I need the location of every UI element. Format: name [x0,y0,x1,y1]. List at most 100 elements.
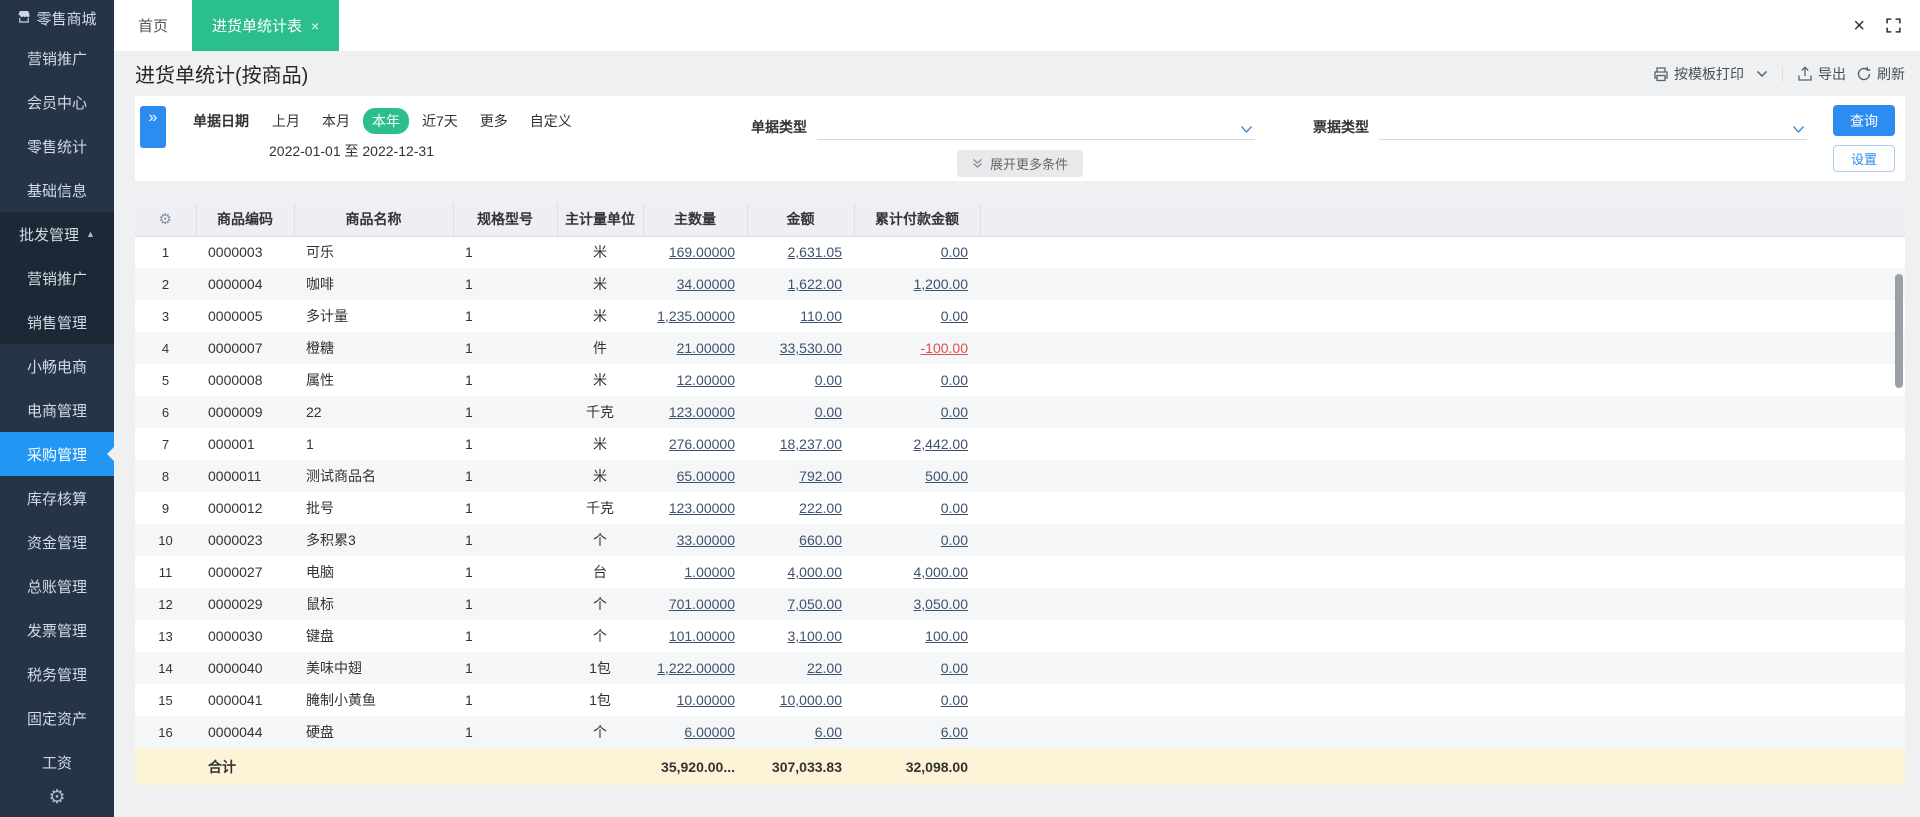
sidebar-item[interactable]: 库存核算 [0,476,114,520]
cell-paid-link[interactable]: 500.00 [925,468,968,484]
cell-qty-link[interactable]: 123.00000 [669,404,735,420]
sidebar-item[interactable]: 电商管理 [0,388,114,432]
print-by-template-button[interactable]: 按模板打印 [1653,64,1744,84]
column-header[interactable]: 主计量单位 [557,203,644,237]
filter-collapse-button[interactable]: » [140,106,166,148]
column-header[interactable]: 金额 [747,203,855,237]
sidebar-item[interactable]: 资金管理 [0,520,114,564]
date-option[interactable]: 自定义 [521,108,581,134]
table-row[interactable]: 12 0000029 鼠标 1 个 701.00000 7,050.00 3,0… [135,588,1905,620]
column-header[interactable]: 累计付款金额 [854,203,981,237]
tab-close-icon[interactable]: × [311,18,319,34]
cell-paid-link[interactable]: 0.00 [941,308,968,324]
date-option[interactable]: 本年 [363,108,409,134]
sidebar-item[interactable]: 会员中心 [0,80,114,124]
bill-type-select[interactable] [1379,114,1807,140]
column-header[interactable]: 规格型号 [453,203,558,237]
cell-qty-link[interactable]: 33.00000 [677,532,735,548]
fullscreen-icon[interactable] [1885,17,1902,34]
cell-paid-link[interactable]: 0.00 [941,532,968,548]
table-row[interactable]: 4 0000007 橙糖 1 件 21.00000 33,530.00 -100… [135,332,1905,364]
sidebar-gear-icon[interactable]: ⚙ [0,786,114,809]
sidebar-item[interactable]: 总账管理 [0,564,114,608]
print-dropdown-chevron-icon[interactable] [1756,70,1768,78]
query-button[interactable]: 查询 [1833,105,1895,136]
sidebar-item[interactable]: 营销推广 [0,256,114,300]
cell-qty-link[interactable]: 1.00000 [684,564,735,580]
cell-amount-link[interactable]: 4,000.00 [788,564,843,580]
doc-type-select[interactable] [817,114,1255,140]
table-row[interactable]: 16 0000044 硬盘 1 个 6.00000 6.00 6.00 [135,716,1905,748]
column-header[interactable]: 商品名称 [294,203,454,237]
sidebar-item[interactable]: 采购管理 [0,432,114,476]
cell-amount-link[interactable]: 110.00 [800,308,842,324]
date-option[interactable]: 近7天 [413,108,467,134]
cell-qty-link[interactable]: 10.00000 [677,692,735,708]
cell-qty-link[interactable]: 1,222.00000 [657,660,735,676]
date-range-value[interactable]: 2022-01-01 至 2022-12-31 [193,141,581,161]
cell-paid-link[interactable]: 6.00 [941,724,968,740]
cell-amount-link[interactable]: 660.00 [799,532,842,548]
cell-paid-link[interactable]: 0.00 [941,500,968,516]
cell-paid-link[interactable]: 2,442.00 [914,436,969,452]
column-header[interactable]: 主数量 [643,203,748,237]
cell-paid-link[interactable]: 0.00 [941,372,968,388]
cell-amount-link[interactable]: 222.00 [799,500,842,516]
sidebar-item[interactable]: 发票管理 [0,608,114,652]
tab-home[interactable]: 首页 [114,0,192,51]
cell-amount-link[interactable]: 7,050.00 [788,596,843,612]
table-row[interactable]: 15 0000041 腌制小黄鱼 1 1包 10.00000 10,000.00… [135,684,1905,716]
sidebar-item[interactable]: 小畅电商 [0,344,114,388]
cell-amount-link[interactable]: 792.00 [799,468,842,484]
sidebar-item[interactable]: 销售管理 [0,300,114,344]
cell-amount-link[interactable]: 10,000.00 [780,692,842,708]
column-header-settings[interactable]: ⚙ [135,203,197,237]
table-row[interactable]: 8 0000011 测试商品名 1 米 65.00000 792.00 500.… [135,460,1905,492]
cell-amount-link[interactable]: 2,631.05 [788,244,843,260]
settings-button[interactable]: 设置 [1833,145,1895,172]
cell-paid-link[interactable]: 0.00 [941,692,968,708]
table-scrollbar-thumb[interactable] [1895,274,1903,388]
sidebar-item[interactable]: 营销推广 [0,36,114,80]
cell-amount-link[interactable]: 0.00 [815,404,842,420]
cell-qty-link[interactable]: 701.00000 [669,596,735,612]
cell-qty-link[interactable]: 34.00000 [677,276,735,292]
table-row[interactable]: 7 000001 1 1 米 276.00000 18,237.00 2,442… [135,428,1905,460]
cell-amount-link[interactable]: 0.00 [815,372,842,388]
cell-paid-link[interactable]: 0.00 [941,660,968,676]
close-icon[interactable]: × [1853,16,1865,36]
date-option[interactable]: 更多 [471,108,517,134]
cell-amount-link[interactable]: 18,237.00 [780,436,842,452]
table-row[interactable]: 3 0000005 多计量 1 米 1,235.00000 110.00 0.0… [135,300,1905,332]
table-row[interactable]: 2 0000004 咖啡 1 米 34.00000 1,622.00 1,200… [135,268,1905,300]
cell-qty-link[interactable]: 101.00000 [669,628,735,644]
cell-paid-link[interactable]: 100.00 [925,628,968,644]
cell-qty-link[interactable]: 1,235.00000 [657,308,735,324]
tab-purchase-report[interactable]: 进货单统计表 × [192,0,340,51]
date-option[interactable]: 上月 [263,108,309,134]
cell-qty-link[interactable]: 12.00000 [677,372,735,388]
cell-qty-link[interactable]: 169.00000 [669,244,735,260]
cell-qty-link[interactable]: 65.00000 [677,468,735,484]
cell-amount-link[interactable]: 6.00 [815,724,842,740]
date-option[interactable]: 本月 [313,108,359,134]
cell-amount-link[interactable]: 3,100.00 [788,628,843,644]
cell-paid-link[interactable]: 4,000.00 [914,564,969,580]
cell-paid-link[interactable]: 0.00 [941,244,968,260]
cell-qty-link[interactable]: 276.00000 [669,436,735,452]
table-row[interactable]: 13 0000030 键盘 1 个 101.00000 3,100.00 100… [135,620,1905,652]
cell-amount-link[interactable]: 22.00 [807,660,842,676]
sidebar-item[interactable]: 零售商城 [0,0,114,36]
column-header[interactable]: 商品编码 [196,203,295,237]
expand-more-button[interactable]: 展开更多条件 [956,150,1084,177]
cell-paid-link[interactable]: -100.00 [921,340,968,356]
table-row[interactable]: 9 0000012 批号 1 千克 123.00000 222.00 0.00 [135,492,1905,524]
table-row[interactable]: 11 0000027 电脑 1 台 1.00000 4,000.00 4,000… [135,556,1905,588]
table-row[interactable]: 10 0000023 多积累3 1 个 33.00000 660.00 0.00 [135,524,1905,556]
refresh-button[interactable]: 刷新 [1856,64,1905,84]
cell-paid-link[interactable]: 0.00 [941,404,968,420]
cell-paid-link[interactable]: 1,200.00 [914,276,969,292]
table-row[interactable]: 1 0000003 可乐 1 米 169.00000 2,631.05 0.00 [135,236,1905,268]
table-row[interactable]: 14 0000040 美味中翅 1 1包 1,222.00000 22.00 0… [135,652,1905,684]
sidebar-item[interactable]: 固定资产 [0,696,114,740]
